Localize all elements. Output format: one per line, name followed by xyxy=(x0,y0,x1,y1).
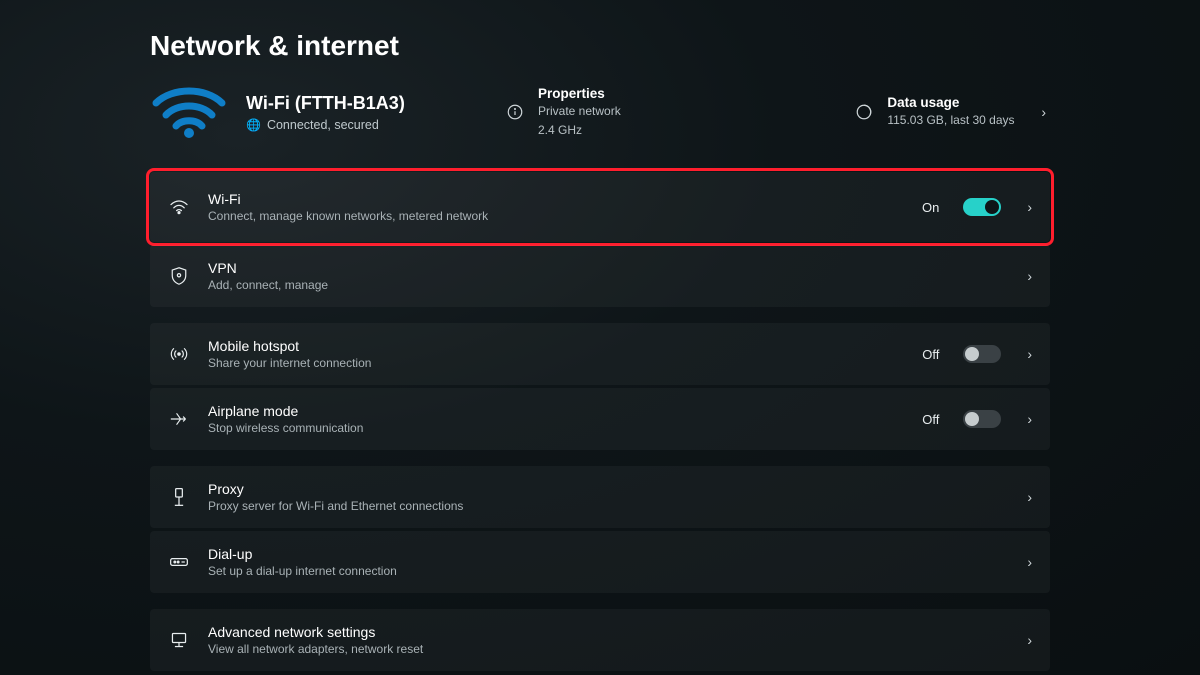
hotspot-toggle[interactable] xyxy=(963,345,1001,363)
hotspot-sub: Share your internet connection xyxy=(208,356,906,370)
connection-summary: Wi-Fi (FTTH-B1A3) 🌐 Connected, secured xyxy=(150,83,490,141)
properties-line1: Private network xyxy=(538,103,621,119)
vpn-row[interactable]: VPN Add, connect, manage › xyxy=(150,245,1050,307)
proxy-row[interactable]: Proxy Proxy server for Wi-Fi and Etherne… xyxy=(150,466,1050,528)
chevron-right-icon: › xyxy=(1027,199,1032,215)
page-title: Network & internet xyxy=(150,30,1050,62)
hotspot-state-label: Off xyxy=(922,347,939,362)
wifi-row[interactable]: Wi-Fi Connect, manage known networks, me… xyxy=(150,172,1050,242)
chevron-right-icon: › xyxy=(1027,554,1032,570)
proxy-sub: Proxy server for Wi-Fi and Ethernet conn… xyxy=(208,499,1011,513)
dialup-sub: Set up a dial-up internet connection xyxy=(208,564,1011,578)
wifi-toggle[interactable] xyxy=(963,198,1001,216)
vpn-sub: Add, connect, manage xyxy=(208,278,1011,292)
chevron-right-icon: › xyxy=(1037,104,1050,120)
advanced-title: Advanced network settings xyxy=(208,624,1011,640)
chevron-right-icon: › xyxy=(1027,632,1032,648)
data-usage-icon xyxy=(853,103,875,121)
proxy-title: Proxy xyxy=(208,481,1011,497)
network-adapter-icon xyxy=(166,631,192,649)
settings-list: Wi-Fi Connect, manage known networks, me… xyxy=(150,172,1050,671)
wifi-title: Wi-Fi xyxy=(208,191,906,207)
dialup-row[interactable]: Dial-up Set up a dial-up internet connec… xyxy=(150,531,1050,593)
airplane-state-label: Off xyxy=(922,412,939,427)
data-usage-button[interactable]: Data usage 115.03 GB, last 30 days xyxy=(853,91,1023,132)
chevron-right-icon: › xyxy=(1027,411,1032,427)
wifi-state-label: On xyxy=(922,200,939,215)
advanced-network-row[interactable]: Advanced network settings View all netwo… xyxy=(150,609,1050,671)
advanced-sub: View all network adapters, network reset xyxy=(208,642,1011,656)
dialup-icon xyxy=(166,554,192,570)
properties-button[interactable]: Properties Private network 2.4 GHz xyxy=(504,82,839,141)
vpn-title: VPN xyxy=(208,260,1011,276)
network-internet-page: Network & internet Wi-Fi (FTTH-B1A3) 🌐 C… xyxy=(150,30,1050,671)
airplane-title: Airplane mode xyxy=(208,403,906,419)
mobile-hotspot-row[interactable]: Mobile hotspot Share your internet conne… xyxy=(150,323,1050,385)
airplane-mode-row[interactable]: Airplane mode Stop wireless communicatio… xyxy=(150,388,1050,450)
network-name: Wi-Fi (FTTH-B1A3) xyxy=(246,93,405,114)
dialup-title: Dial-up xyxy=(208,546,1011,562)
network-status-line: 🌐 Connected, secured xyxy=(246,118,405,132)
chevron-right-icon: › xyxy=(1027,489,1032,505)
airplane-sub: Stop wireless communication xyxy=(208,421,906,435)
hotspot-icon xyxy=(166,345,192,363)
connection-hero: Wi-Fi (FTTH-B1A3) 🌐 Connected, secured P… xyxy=(150,80,1050,144)
network-status: Connected, secured xyxy=(267,118,379,132)
info-icon xyxy=(504,103,526,121)
chevron-right-icon: › xyxy=(1027,346,1032,362)
proxy-icon xyxy=(166,487,192,507)
wifi-large-icon xyxy=(150,83,228,141)
properties-title: Properties xyxy=(538,86,621,101)
data-usage-line: 115.03 GB, last 30 days xyxy=(887,112,1014,128)
wifi-sub: Connect, manage known networks, metered … xyxy=(208,209,906,223)
data-usage-title: Data usage xyxy=(887,95,1014,110)
globe-icon: 🌐 xyxy=(246,119,261,131)
properties-line2: 2.4 GHz xyxy=(538,122,621,138)
shield-icon xyxy=(166,266,192,286)
chevron-right-icon: › xyxy=(1027,268,1032,284)
airplane-toggle[interactable] xyxy=(963,410,1001,428)
hotspot-title: Mobile hotspot xyxy=(208,338,906,354)
wifi-icon xyxy=(166,199,192,215)
airplane-icon xyxy=(166,410,192,428)
